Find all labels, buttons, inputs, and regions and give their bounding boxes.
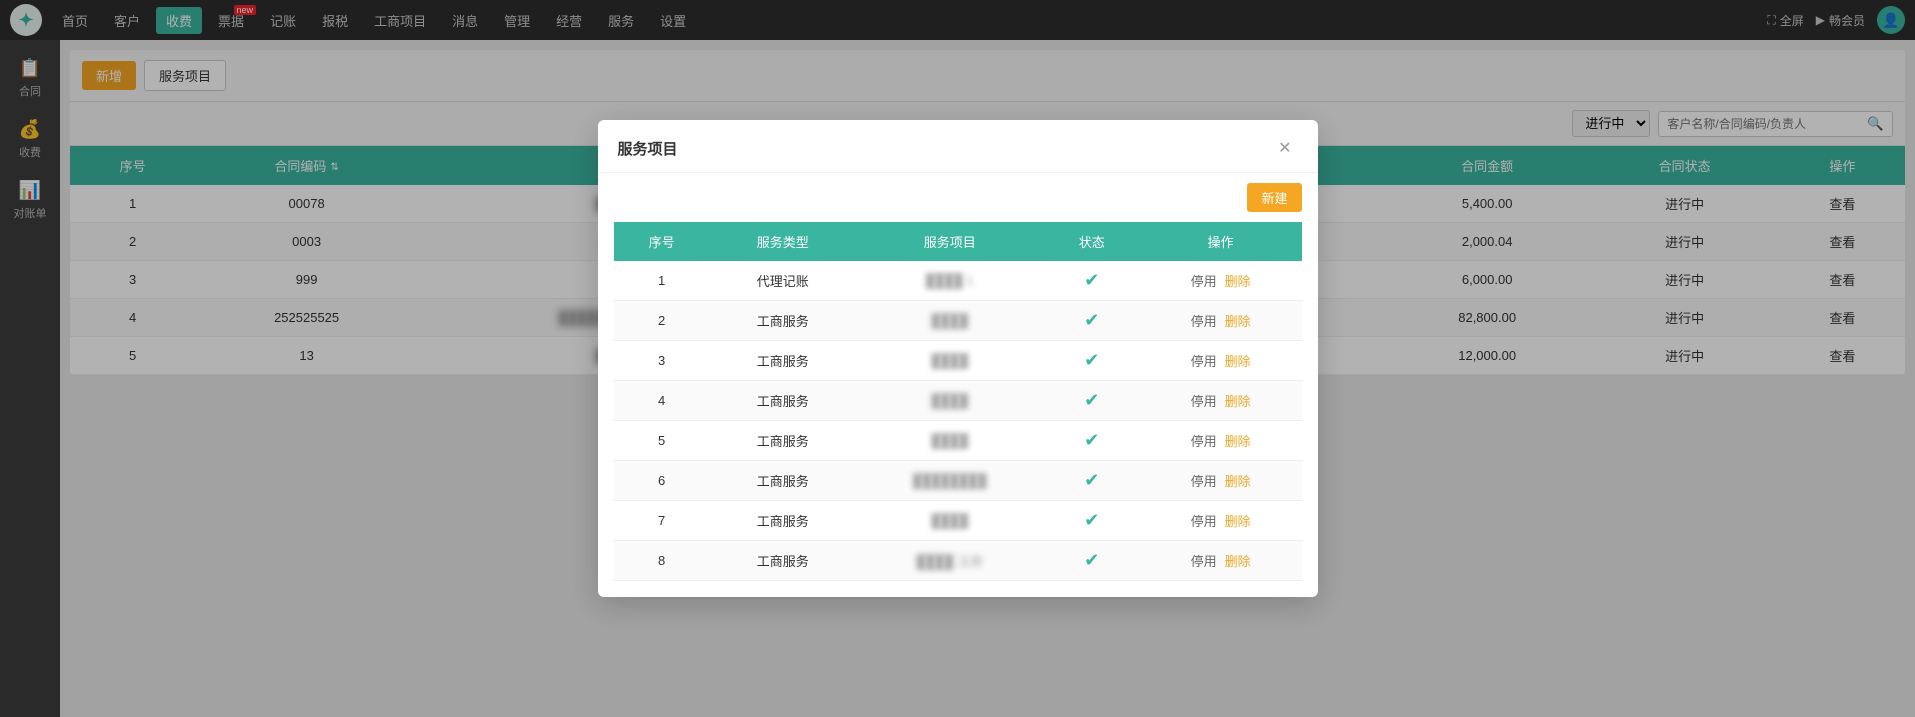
modal-cell-seq: 5 [614,421,710,461]
modal-body: 序号服务类型服务项目状态操作 1代理记账████ 1✔停用删除2工商服务████… [598,222,1318,597]
modal-cell-action: 停用删除 [1140,541,1302,581]
modal-cell-service-type: 工商服务 [710,421,856,461]
list-item: 5工商服务████ ✔ 停用删除 [614,421,1302,461]
stop-button[interactable]: 停用 [1191,274,1217,289]
modal-cell-service-item: ████ 注册 [856,541,1044,581]
modal-cell-action: 停用删除 [1140,341,1302,381]
status-check-icon: ✔ [1084,510,1099,530]
modal-toolbar: 新建 [598,173,1318,222]
modal-cell-status: ✔ [1044,461,1140,501]
stop-button[interactable]: 停用 [1191,394,1217,409]
status-check-icon: ✔ [1084,550,1099,570]
modal-cell-service-type: 工商服务 [710,501,856,541]
modal-col-header-seq: 序号 [614,222,710,261]
modal-overlay[interactable]: 服务项目 ✕ 新建 序号服务类型服务项目状态操作 1代理记账████ 1✔停用删… [0,0,1915,717]
modal-cell-action: 停用删除 [1140,301,1302,341]
status-check-icon: ✔ [1084,430,1099,450]
modal-cell-seq: 3 [614,341,710,381]
service-item-table: 序号服务类型服务项目状态操作 1代理记账████ 1✔停用删除2工商服务████… [614,222,1302,581]
stop-button[interactable]: 停用 [1191,554,1217,569]
modal-cell-seq: 7 [614,501,710,541]
modal-title: 服务项目 [618,138,678,159]
delete-button[interactable]: 删除 [1225,354,1251,369]
list-item: 4工商服务████ ✔ 停用删除 [614,381,1302,421]
modal-cell-service-type: 工商服务 [710,541,856,581]
status-check-icon: ✔ [1084,350,1099,370]
modal-cell-action: 停用删除 [1140,461,1302,501]
modal-table-header-row: 序号服务类型服务项目状态操作 [614,222,1302,261]
modal-cell-service-type: 工商服务 [710,301,856,341]
delete-button[interactable]: 删除 [1225,314,1251,329]
modal-cell-service-item: ████ [856,341,1044,381]
modal-cell-seq: 4 [614,381,710,421]
list-item: 1代理记账████ 1 ✔ 停用删除 [614,261,1302,301]
modal-cell-seq: 2 [614,301,710,341]
delete-button[interactable]: 删除 [1225,554,1251,569]
modal-cell-service-item: ████████ [856,461,1044,501]
modal-cell-status: ✔ [1044,341,1140,381]
list-item: 7工商服务████ ✔ 停用删除 [614,501,1302,541]
modal-cell-service-item: ████ [856,421,1044,461]
modal-cell-status: ✔ [1044,381,1140,421]
modal-cell-status: ✔ [1044,501,1140,541]
modal-cell-service-type: 工商服务 [710,381,856,421]
status-check-icon: ✔ [1084,470,1099,490]
modal-cell-service-type: 工商服务 [710,341,856,381]
service-item-table-header: 序号服务类型服务项目状态操作 [614,222,1302,261]
status-check-icon: ✔ [1084,270,1099,290]
modal-cell-seq: 1 [614,261,710,301]
modal-header: 服务项目 ✕ [598,120,1318,173]
modal-close-button[interactable]: ✕ [1272,136,1297,160]
modal-cell-seq: 6 [614,461,710,501]
modal-col-header-service_type: 服务类型 [710,222,856,261]
modal-cell-service-type: 工商服务 [710,461,856,501]
list-item: 8工商服务████ 注册 ✔ 停用删除 [614,541,1302,581]
delete-button[interactable]: 删除 [1225,514,1251,529]
service-item-table-body: 1代理记账████ 1✔停用删除2工商服务████✔停用删除3工商服务████✔… [614,261,1302,581]
stop-button[interactable]: 停用 [1191,314,1217,329]
modal-cell-status: ✔ [1044,261,1140,301]
list-item: 6工商服务████████ ✔ 停用删除 [614,461,1302,501]
modal-new-button[interactable]: 新建 [1247,183,1301,212]
stop-button[interactable]: 停用 [1191,434,1217,449]
modal-cell-service-item: ████ [856,381,1044,421]
stop-button[interactable]: 停用 [1191,354,1217,369]
modal-cell-service-item: ████ [856,301,1044,341]
modal-col-header-service_item: 服务项目 [856,222,1044,261]
delete-button[interactable]: 删除 [1225,274,1251,289]
service-modal: 服务项目 ✕ 新建 序号服务类型服务项目状态操作 1代理记账████ 1✔停用删… [598,120,1318,597]
delete-button[interactable]: 删除 [1225,394,1251,409]
modal-cell-status: ✔ [1044,421,1140,461]
stop-button[interactable]: 停用 [1191,474,1217,489]
modal-cell-service-item: ████ [856,501,1044,541]
modal-cell-action: 停用删除 [1140,501,1302,541]
modal-cell-service-type: 代理记账 [710,261,856,301]
modal-cell-service-item: ████ 1 [856,261,1044,301]
modal-cell-status: ✔ [1044,541,1140,581]
modal-cell-action: 停用删除 [1140,261,1302,301]
modal-col-header-status: 状态 [1044,222,1140,261]
stop-button[interactable]: 停用 [1191,514,1217,529]
status-check-icon: ✔ [1084,390,1099,410]
status-check-icon: ✔ [1084,310,1099,330]
list-item: 2工商服务████ ✔ 停用删除 [614,301,1302,341]
modal-cell-action: 停用删除 [1140,381,1302,421]
modal-col-header-action: 操作 [1140,222,1302,261]
delete-button[interactable]: 删除 [1225,474,1251,489]
list-item: 3工商服务████ ✔ 停用删除 [614,341,1302,381]
modal-cell-action: 停用删除 [1140,421,1302,461]
modal-cell-seq: 8 [614,541,710,581]
modal-cell-status: ✔ [1044,301,1140,341]
delete-button[interactable]: 删除 [1225,434,1251,449]
